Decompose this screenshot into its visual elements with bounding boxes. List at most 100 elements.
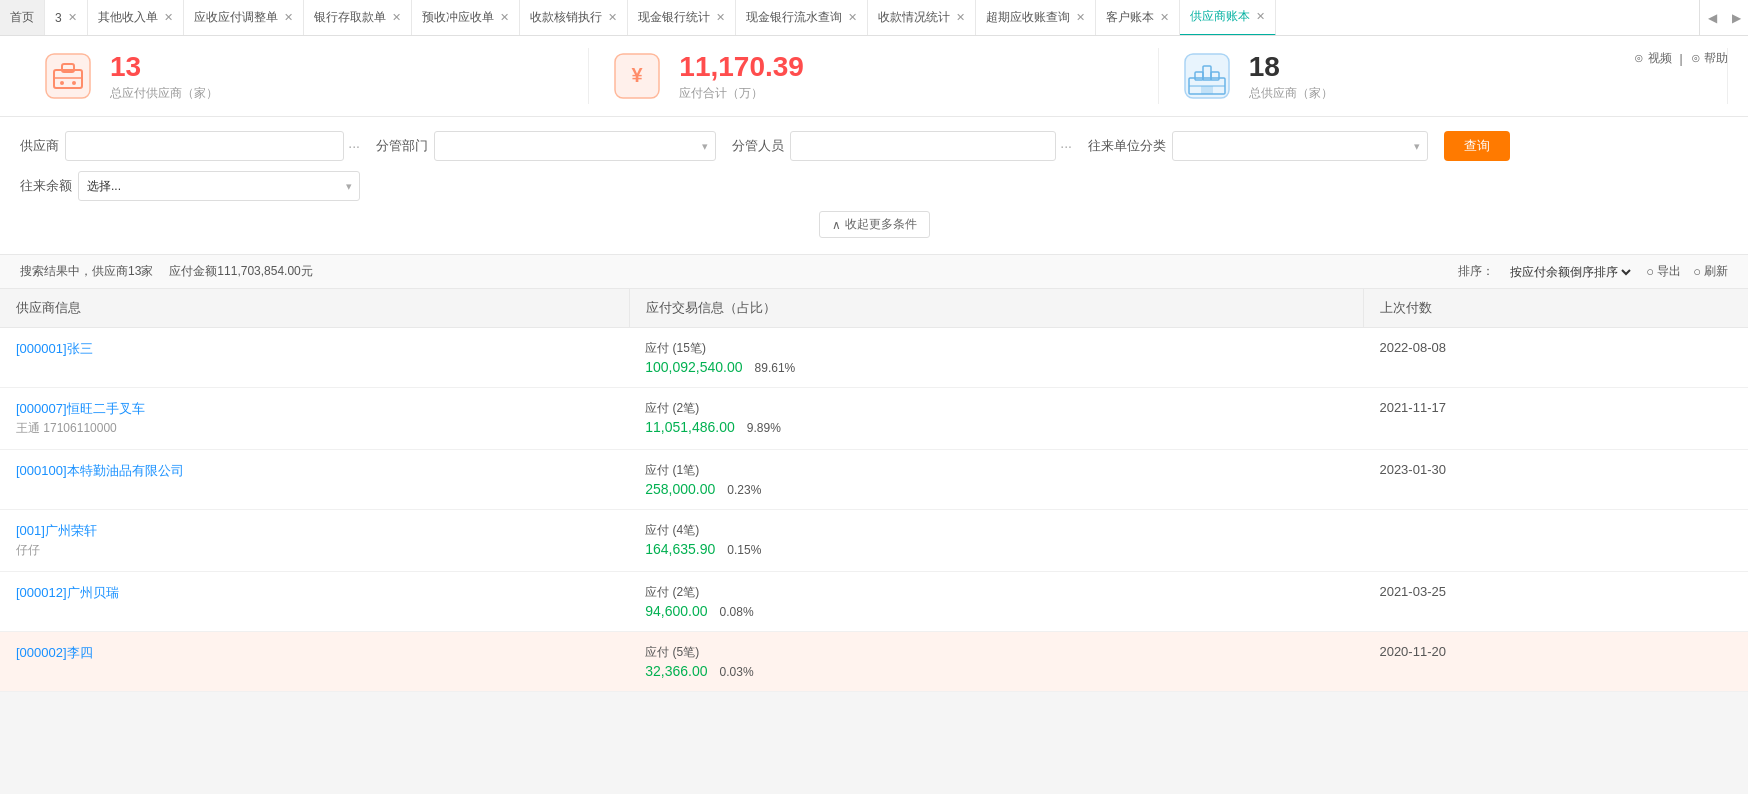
close-icon[interactable]: ✕ bbox=[164, 11, 173, 24]
supplier-sub-info: 王通 17106110000 bbox=[16, 420, 613, 437]
tx-amount-row: 32,366.000.03% bbox=[645, 661, 1347, 679]
payable-total-amount: 11,170.39 bbox=[679, 50, 804, 84]
summary-info-total-suppliers: 18 总供应商（家） bbox=[1249, 50, 1333, 103]
svg-point-5 bbox=[72, 81, 76, 85]
close-icon[interactable]: ✕ bbox=[848, 11, 857, 24]
nav-tab-collection-stat[interactable]: 收款情况统计 ✕ bbox=[868, 0, 976, 36]
table-header: 供应商信息 应付交易信息（占比） 上次付数 bbox=[0, 289, 1748, 328]
collapse-button[interactable]: ∧ 收起更多条件 bbox=[819, 211, 930, 238]
tx-percentage: 89.61% bbox=[755, 361, 796, 375]
supplier-name-link[interactable]: [000012]广州贝瑞 bbox=[16, 585, 119, 600]
filter-balance: 往来余额 选择... ▾ bbox=[20, 171, 360, 201]
nav-tab-overdue-ar[interactable]: 超期应收账查询 ✕ bbox=[976, 0, 1096, 36]
last-pay-date: 2021-03-25 bbox=[1379, 584, 1446, 599]
nav-arrow-right[interactable]: ▶ bbox=[1724, 0, 1748, 36]
video-link[interactable]: ⊙ 视频 bbox=[1634, 50, 1671, 67]
top-navigation: 首页 3 ✕ 其他收入单 ✕ 应收应付调整单 ✕ 银行存取款单 ✕ 预收冲应收单… bbox=[0, 0, 1748, 36]
nav-tab-prepay-offset[interactable]: 预收冲应收单 ✕ bbox=[412, 0, 520, 36]
nav-tab-3-label: 3 bbox=[55, 11, 62, 25]
close-icon[interactable]: ✕ bbox=[608, 11, 617, 24]
nav-tab-cash-flow-query[interactable]: 现金银行流水查询 ✕ bbox=[736, 0, 868, 36]
nav-tab-supplier-ledger[interactable]: 供应商账本 ✕ bbox=[1180, 0, 1276, 36]
tx-amount-value[interactable]: 258,000.00 bbox=[645, 481, 715, 497]
supplier-name-link[interactable]: [000001]张三 bbox=[16, 341, 93, 356]
table-row: [000001]张三应付 (15笔)100,092,540.0089.61%20… bbox=[0, 328, 1748, 388]
supplier-name-link[interactable]: [001]广州荣轩 bbox=[16, 523, 97, 538]
close-icon[interactable]: ✕ bbox=[68, 11, 77, 24]
last-pay-cell: 2020-11-20 bbox=[1363, 632, 1748, 692]
table-scroll-container[interactable]: 供应商信息 应付交易信息（占比） 上次付数 [000001]张三应付 (15笔)… bbox=[0, 289, 1748, 692]
query-button[interactable]: 查询 bbox=[1444, 131, 1510, 161]
close-icon[interactable]: ✕ bbox=[284, 11, 293, 24]
nav-tab-3[interactable]: 3 ✕ bbox=[45, 0, 88, 36]
category-select-wrap: ▾ bbox=[1172, 131, 1428, 161]
nav-tab-other-income[interactable]: 其他收入单 ✕ bbox=[88, 0, 184, 36]
nav-tab-home[interactable]: 首页 bbox=[0, 0, 45, 36]
close-icon[interactable]: ✕ bbox=[716, 11, 725, 24]
supplier-name-link[interactable]: [000002]李四 bbox=[16, 645, 93, 660]
category-select[interactable] bbox=[1172, 131, 1428, 161]
last-pay-cell bbox=[1363, 510, 1748, 572]
dept-select[interactable] bbox=[434, 131, 716, 161]
close-icon[interactable]: ✕ bbox=[500, 11, 509, 24]
supplier-input[interactable] bbox=[65, 131, 344, 161]
table-row: [000100]本特勤油品有限公司应付 (1笔)258,000.000.23%2… bbox=[0, 450, 1748, 510]
close-icon[interactable]: ✕ bbox=[392, 11, 401, 24]
export-button[interactable]: ○ 导出 bbox=[1646, 263, 1681, 280]
supplier-dots-icon[interactable]: ··· bbox=[348, 138, 360, 154]
tx-cell: 应付 (2笔)11,051,486.009.89% bbox=[629, 388, 1363, 450]
supplier-cell: [000002]李四 bbox=[0, 632, 629, 692]
sort-label: 排序： bbox=[1458, 263, 1494, 280]
close-icon[interactable]: ✕ bbox=[1076, 11, 1085, 24]
tx-amount-row: 164,635.90 0.15% bbox=[645, 539, 1347, 557]
close-icon[interactable]: ✕ bbox=[1160, 11, 1169, 24]
supplier-filter-label: 供应商 bbox=[20, 137, 59, 155]
refresh-button[interactable]: ○ 刷新 bbox=[1693, 263, 1728, 280]
tx-amount-value[interactable]: 164,635.90 bbox=[645, 541, 715, 557]
person-dots-icon[interactable]: ··· bbox=[1060, 138, 1072, 154]
supplier-name-link[interactable]: [000100]本特勤油品有限公司 bbox=[16, 463, 184, 478]
col-header-lastpay: 上次付数 bbox=[1363, 289, 1748, 328]
tx-amount-value[interactable]: 100,092,540.00 bbox=[645, 359, 742, 375]
nav-arrow-left[interactable]: ◀ bbox=[1700, 0, 1724, 36]
result-amount: 应付金额111,703,854.00元 bbox=[169, 263, 312, 280]
nav-tab-cash-bank-stat[interactable]: 现金银行统计 ✕ bbox=[628, 0, 736, 36]
supplier-payable-icon bbox=[40, 48, 96, 104]
tx-cell: 应付 (5笔)32,366.000.03% bbox=[629, 632, 1363, 692]
payable-total-label: 应付合计（万） bbox=[679, 85, 804, 102]
summary-info-payable-suppliers: 13 总应付供应商（家） bbox=[110, 50, 218, 103]
payable-supplier-count: 13 bbox=[110, 50, 218, 84]
tx-amount-value[interactable]: 11,051,486.00 bbox=[645, 419, 735, 435]
table-row: [000007]恒旺二手叉车王通 17106110000 应付 (2笔)11,05… bbox=[0, 388, 1748, 450]
last-pay-date: 2022-08-08 bbox=[1379, 340, 1446, 355]
balance-filter-label: 往来余额 bbox=[20, 177, 72, 195]
filter-row-1: 供应商 ··· 分管部门 ▾ 分管人员 ··· 往来单位分类 bbox=[20, 131, 1728, 161]
tx-amount-value[interactable]: 94,600.00 bbox=[645, 603, 707, 619]
collapse-label: 收起更多条件 bbox=[845, 216, 917, 233]
sort-select[interactable]: 按应付余额倒序排序 bbox=[1506, 264, 1634, 280]
nav-tab-collection-stat-label: 收款情况统计 bbox=[878, 9, 950, 26]
summary-card-payable-suppliers: 13 总应付供应商（家） bbox=[20, 48, 589, 104]
tx-percentage: 0.15% bbox=[727, 543, 761, 557]
supplier-name-link[interactable]: [000007]恒旺二手叉车 bbox=[16, 401, 145, 416]
nav-tab-bank-deposit[interactable]: 银行存取款单 ✕ bbox=[304, 0, 412, 36]
nav-tab-home-label: 首页 bbox=[10, 9, 34, 26]
help-link[interactable]: ⊙ 帮助 bbox=[1691, 50, 1728, 67]
collapse-icon: ∧ bbox=[832, 218, 841, 232]
balance-select[interactable]: 选择... bbox=[78, 171, 360, 201]
total-supplier-icon bbox=[1179, 48, 1235, 104]
nav-tab-ar-ap-adjust[interactable]: 应收应付调整单 ✕ bbox=[184, 0, 304, 36]
nav-tab-customer-ledger-label: 客户账本 bbox=[1106, 9, 1154, 26]
export-icon: ○ bbox=[1646, 264, 1654, 279]
nav-tab-customer-ledger[interactable]: 客户账本 ✕ bbox=[1096, 0, 1180, 36]
nav-tab-overdue-ar-label: 超期应收账查询 bbox=[986, 9, 1070, 26]
tx-amount-value[interactable]: 32,366.00 bbox=[645, 663, 707, 679]
close-icon[interactable]: ✕ bbox=[956, 11, 965, 24]
close-icon[interactable]: ✕ bbox=[1256, 10, 1265, 23]
result-actions: 排序： 按应付余额倒序排序 ○ 导出 ○ 刷新 bbox=[1458, 263, 1728, 280]
filter-category: 往来单位分类 ▾ bbox=[1088, 131, 1428, 161]
refresh-icon: ○ bbox=[1693, 264, 1701, 279]
nav-tab-payment-verify[interactable]: 收款核销执行 ✕ bbox=[520, 0, 628, 36]
nav-arrows: ◀ ▶ bbox=[1699, 0, 1748, 36]
person-input[interactable] bbox=[790, 131, 1056, 161]
